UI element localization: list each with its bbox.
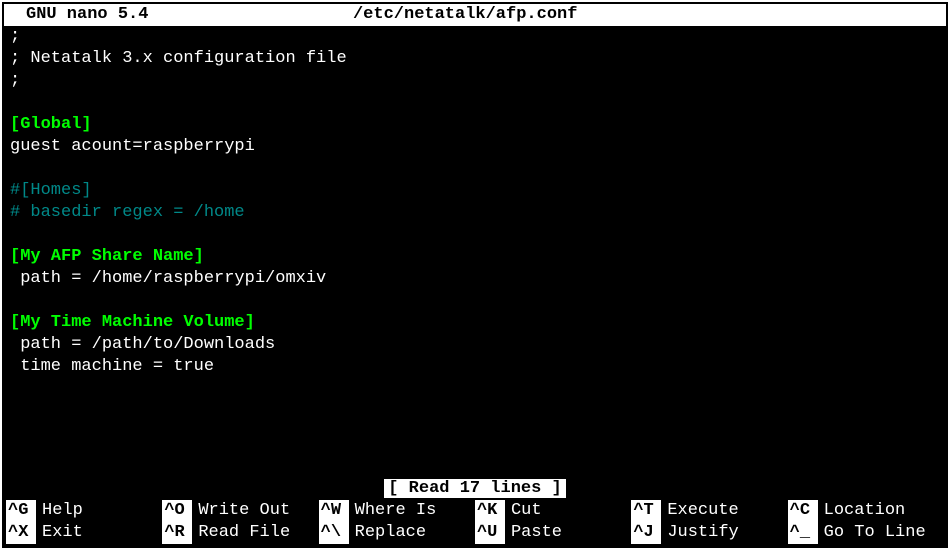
shortcut-key: ^J [631, 522, 661, 544]
editor-line: path = /home/raspberrypi/omxiv [10, 268, 940, 290]
shortcut[interactable]: ^\Replace [319, 522, 475, 544]
shortcut[interactable]: ^JJustify [631, 522, 787, 544]
editor-line: # basedir regex = /home [10, 202, 940, 224]
shortcut-row-2: ^XExit^RRead File^\Replace^UPaste^JJusti… [6, 522, 944, 544]
editor-line: [Global] [10, 114, 940, 136]
shortcut-key: ^K [475, 500, 505, 522]
titlebar: GNU nano 5.4 /etc/netatalk/afp.conf [4, 4, 946, 26]
shortcut-label: Justify [661, 522, 738, 544]
shortcut[interactable]: ^RRead File [162, 522, 318, 544]
titlebar-right [782, 4, 942, 26]
shortcut-key: ^X [6, 522, 36, 544]
editor-line: path = /path/to/Downloads [10, 334, 940, 356]
editor-line: time machine = true [10, 356, 940, 378]
shortcut-label: Location [818, 500, 906, 522]
shortcut-key: ^O [162, 500, 192, 522]
editor-line: #[Homes] [10, 180, 940, 202]
editor-line [10, 290, 940, 312]
editor-line: [My AFP Share Name] [10, 246, 940, 268]
shortcut[interactable]: ^KCut [475, 500, 631, 522]
editor-line [10, 92, 940, 114]
shortcut-label: Execute [661, 500, 738, 522]
shortcuts-area: ^GHelp^OWrite Out^WWhere Is^KCut^TExecut… [4, 500, 946, 546]
editor-line [10, 158, 940, 180]
shortcut-key: ^T [631, 500, 661, 522]
shortcut-key: ^G [6, 500, 36, 522]
nano-terminal: GNU nano 5.4 /etc/netatalk/afp.conf ;; N… [2, 2, 948, 548]
shortcut[interactable]: ^_Go To Line [788, 522, 944, 544]
shortcut[interactable]: ^CLocation [788, 500, 944, 522]
shortcut[interactable]: ^OWrite Out [162, 500, 318, 522]
shortcut[interactable]: ^GHelp [6, 500, 162, 522]
shortcut-label: Exit [36, 522, 83, 544]
shortcut-label: Read File [192, 522, 290, 544]
editor-line: guest acount=raspberrypi [10, 136, 940, 158]
shortcut[interactable]: ^TExecute [631, 500, 787, 522]
status-line: [ Read 17 lines ] [4, 478, 946, 500]
shortcut-label: Paste [505, 522, 562, 544]
filename: /etc/netatalk/afp.conf [148, 4, 782, 26]
editor-line [10, 224, 940, 246]
editor-line: ; [10, 26, 940, 48]
app-name: GNU nano 5.4 [8, 4, 148, 26]
shortcut-label: Help [36, 500, 83, 522]
editor-line: ; Netatalk 3.x configuration file [10, 48, 940, 70]
status-badge: [ Read 17 lines ] [384, 479, 565, 498]
shortcut[interactable]: ^WWhere Is [319, 500, 475, 522]
editor-line: ; [10, 70, 940, 92]
shortcut-label: Where Is [349, 500, 437, 522]
shortcut-label: Write Out [192, 500, 290, 522]
shortcut-key: ^_ [788, 522, 818, 544]
shortcut-key: ^W [319, 500, 349, 522]
shortcut-key: ^\ [319, 522, 349, 544]
shortcut-key: ^R [162, 522, 192, 544]
shortcut-label: Go To Line [818, 522, 926, 544]
shortcut-key: ^C [788, 500, 818, 522]
shortcut-label: Cut [505, 500, 542, 522]
shortcut[interactable]: ^XExit [6, 522, 162, 544]
shortcut-row-1: ^GHelp^OWrite Out^WWhere Is^KCut^TExecut… [6, 500, 944, 522]
editor-content[interactable]: ;; Netatalk 3.x configuration file; [Glob… [4, 26, 946, 478]
shortcut[interactable]: ^UPaste [475, 522, 631, 544]
shortcut-label: Replace [349, 522, 426, 544]
shortcut-key: ^U [475, 522, 505, 544]
editor-line: [My Time Machine Volume] [10, 312, 940, 334]
